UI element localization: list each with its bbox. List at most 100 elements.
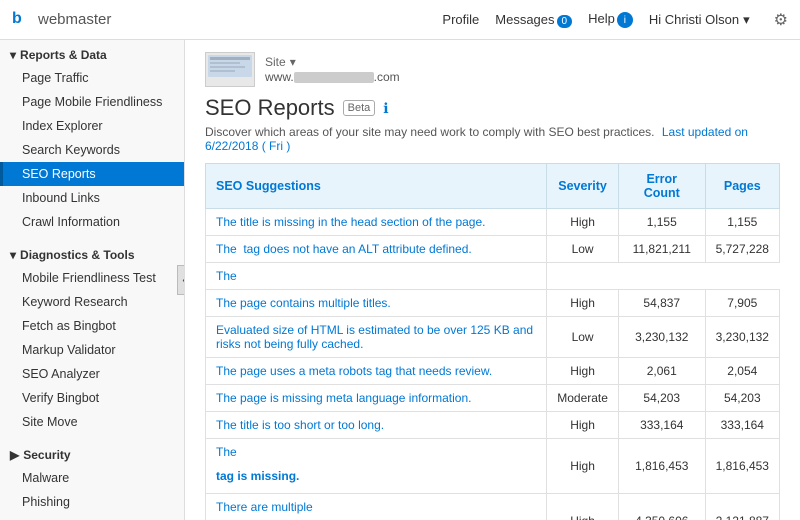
- site-label-text: Site: [265, 55, 286, 69]
- sidebar-item-index-explorer[interactable]: Index Explorer: [0, 114, 184, 138]
- sidebar-group-security[interactable]: ▶ Security: [0, 440, 184, 466]
- pages-cell: 2,054: [705, 358, 779, 385]
- suggestion-cell: The page uses a meta robots tag that nee…: [206, 358, 547, 385]
- pages-cell: 1,816,453: [705, 439, 779, 494]
- svg-text:b: b: [12, 10, 22, 27]
- sidebar-item-mobile-friendliness-test[interactable]: Mobile Friendliness Test: [0, 266, 184, 290]
- pages-cell: 7,905: [705, 290, 779, 317]
- sidebar-item-search-keywords[interactable]: Search Keywords: [0, 138, 184, 162]
- info-icon[interactable]: ℹ: [383, 100, 388, 117]
- error-count-cell: 4,350,606: [618, 494, 705, 520]
- col-header-suggestion: SEO Suggestions: [206, 164, 547, 209]
- page-subtitle: Discover which areas of your site may ne…: [205, 125, 780, 153]
- sidebar-item-phishing[interactable]: Phishing: [0, 490, 184, 514]
- sidebar-item-markup-validator[interactable]: Markup Validator: [0, 338, 184, 362]
- sidebar-item-page-traffic[interactable]: Page Traffic: [0, 66, 184, 90]
- logo: b webmaster: [12, 7, 111, 32]
- table-row: There are multiple tags on the page. Hig…: [206, 494, 780, 520]
- table-row: Evaluated size of HTML is estimated to b…: [206, 317, 780, 358]
- header-navigation: Profile Messages0 Helpi Hi Christi Olson…: [442, 10, 788, 30]
- settings-icon[interactable]: ⚙: [774, 10, 788, 30]
- messages-link[interactable]: Messages0: [495, 12, 572, 27]
- sidebar-item-inbound-links[interactable]: Inbound Links: [0, 186, 184, 210]
- suggestion-cell: Evaluated size of HTML is estimated to b…: [206, 317, 547, 358]
- app-header: b webmaster Profile Messages0 Helpi Hi C…: [0, 0, 800, 40]
- sidebar-item-verify-bingbot[interactable]: Verify Bingbot: [0, 386, 184, 410]
- error-count-cell: 1,816,453: [618, 439, 705, 494]
- suggestion-link[interactable]: The page contains multiple titles.: [216, 296, 391, 310]
- sidebar-group-label-reports: Reports & Data: [20, 48, 107, 62]
- table-row: The title is missing in the head section…: [206, 209, 780, 236]
- site-thumbnail: [205, 52, 255, 87]
- severity-cell: High: [547, 412, 619, 439]
- col-header-pages: Pages: [705, 164, 779, 209]
- site-name-block: Site ▾ www..com: [265, 55, 400, 84]
- table-header-row: SEO Suggestions Severity Error Count Pag…: [206, 164, 780, 209]
- sidebar: ▾ Reports & Data Page Traffic Page Mobil…: [0, 40, 185, 520]
- sidebar-item-seo-reports[interactable]: SEO Reports: [0, 162, 184, 186]
- app-title: webmaster: [38, 11, 111, 28]
- suggestion-link[interactable]: The tag does not have an ALT attribute d…: [216, 242, 472, 256]
- suggestion-link[interactable]: tag is missing.: [216, 469, 299, 483]
- suggestion-link[interactable]: Evaluated size of HTML is estimated to b…: [216, 323, 533, 351]
- messages-badge: 0: [557, 15, 573, 28]
- error-count-cell: 11,821,211: [618, 236, 705, 263]
- sidebar-item-seo-analyzer[interactable]: SEO Analyzer: [0, 362, 184, 386]
- site-label[interactable]: Site ▾: [265, 55, 400, 69]
- error-count-cell: 2,061: [618, 358, 705, 385]
- sidebar-item-keyword-research[interactable]: Keyword Research: [0, 290, 184, 314]
- sidebar-item-site-move[interactable]: Site Move: [0, 410, 184, 434]
- sidebar-item-page-mobile[interactable]: Page Mobile Friendliness: [0, 90, 184, 114]
- severity-cell: High: [547, 290, 619, 317]
- sidebar-group-diagnostics[interactable]: ▾ Diagnostics & Tools: [0, 240, 184, 266]
- sidebar-collapse-button[interactable]: ‹: [177, 265, 185, 295]
- suggestion-link[interactable]: The tag contains additional tags.</a> </…: [216, 269, 237, 283]
- error-count-cell: 54,837: [618, 290, 705, 317]
- suggestion-cell: The title is too short or too long.: [206, 412, 547, 439]
- main-content: Site ▾ www..com SEO Reports Beta ℹ Disco…: [185, 40, 800, 520]
- severity-cell: Moderate: [547, 385, 619, 412]
- suggestion-cell: There are multiple tags on the page.: [206, 494, 547, 520]
- suggestion-cell: The tag does not have an ALT attribute d…: [206, 236, 547, 263]
- suggestion-cell: The title is missing in the head section…: [206, 209, 547, 236]
- sidebar-group-label-security: Security: [23, 448, 70, 462]
- sidebar-item-crawl-information[interactable]: Crawl Information: [0, 210, 184, 234]
- help-link[interactable]: Helpi: [588, 11, 633, 29]
- suggestion-link[interactable]: There are multiple: [216, 500, 313, 514]
- suggestion-link[interactable]: The title is missing in the head section…: [216, 215, 486, 229]
- suggestion-cell: The tag contains additional tags.</a> </…: [206, 263, 547, 290]
- chevron-down-icon: ▾: [743, 12, 750, 28]
- suggestion-link[interactable]: The page is missing meta language inform…: [216, 391, 471, 405]
- error-count-cell: 333,164: [618, 412, 705, 439]
- sidebar-item-fetch-as-bingbot[interactable]: Fetch as Bingbot: [0, 314, 184, 338]
- sidebar-group-reports-data[interactable]: ▾ Reports & Data: [0, 40, 184, 66]
- chevron-icon-diag: ▾: [10, 248, 16, 262]
- sidebar-item-malware[interactable]: Malware: [0, 466, 184, 490]
- suggestion-cell: The page contains multiple titles.: [206, 290, 547, 317]
- error-count-cell: 3,230,132: [618, 317, 705, 358]
- severity-cell: High: [547, 358, 619, 385]
- pages-cell: 333,164: [705, 412, 779, 439]
- profile-link[interactable]: Profile: [442, 12, 479, 27]
- pages-cell: 5,727,228: [705, 236, 779, 263]
- error-count-cell: 54,203: [618, 385, 705, 412]
- severity-cell: High: [547, 494, 619, 520]
- suggestion-link[interactable]: The page uses a meta robots tag that nee…: [216, 364, 492, 378]
- user-menu[interactable]: Hi Christi Olson ▾: [649, 12, 750, 28]
- suggestion-link[interactable]: The: [216, 445, 237, 459]
- chevron-icon-sec: ▶: [10, 448, 19, 462]
- severity-cell: Low: [547, 236, 619, 263]
- bing-logo-icon: b: [12, 7, 32, 32]
- site-info: Site ▾ www..com: [205, 52, 780, 87]
- col-header-error-count: Error Count: [618, 164, 705, 209]
- suggestion-link[interactable]: The title is too short or too long.: [216, 418, 384, 432]
- table-row: The page uses a meta robots tag that nee…: [206, 358, 780, 385]
- pages-cell: 1,155: [705, 209, 779, 236]
- table-row: The tag contains additional tags.</a> </…: [206, 263, 780, 290]
- pages-cell: 2,121,887: [705, 494, 779, 520]
- pages-cell: 3,230,132: [705, 317, 779, 358]
- chevron-icon: ▾: [10, 48, 16, 62]
- table-row: The page contains multiple titles. High …: [206, 290, 780, 317]
- severity-cell: Low: [547, 317, 619, 358]
- pages-cell: 54,203: [705, 385, 779, 412]
